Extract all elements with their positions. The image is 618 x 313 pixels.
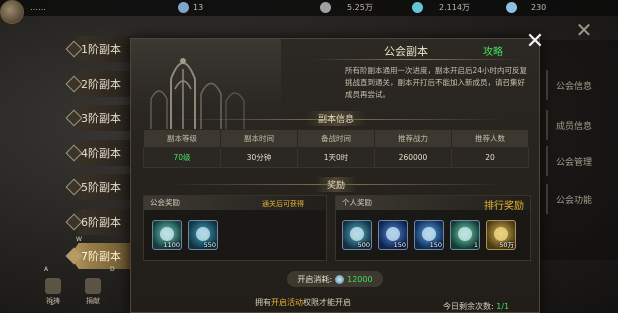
close-icon[interactable]: ✕: [524, 31, 546, 53]
card-icon: [160, 227, 174, 241]
tier-label: 4阶副本: [81, 147, 121, 160]
resource-2: 5.25万: [320, 2, 373, 13]
reward-item-bubble[interactable]: 150: [378, 220, 408, 250]
menu-item-label: 公会信息: [556, 81, 593, 92]
strategy-link[interactable]: 攻略: [483, 43, 503, 58]
resource-3-icon: [412, 2, 423, 13]
header-level: 副本等级: [143, 129, 221, 148]
permission-highlight: 开启活动: [271, 298, 303, 307]
personal-reward-box: 个人奖励 排行奖励 500 150 150 1 50万: [335, 195, 531, 261]
guild-dungeon-panel: 公会副本 攻略 ✕ 所有阶副本通用一次进度，副本开启后24小时内可反复挑战直到通…: [130, 31, 544, 313]
item-quantity: 150: [393, 241, 406, 249]
reward-section-header: 奖励: [131, 177, 541, 192]
open-cost: 开启消耗: 12000: [287, 271, 383, 287]
value-prep-time: 1天0时: [297, 147, 375, 168]
table-header-row: 副本等级 副本时间 备战时间 推荐战力 推荐人数: [143, 129, 529, 148]
header-recommended-players: 推荐人数: [451, 129, 529, 148]
tier-label: 1阶副本: [81, 43, 121, 56]
menu-item-guild-info[interactable]: 公会信息: [546, 70, 618, 100]
permission-text-after: 权限才能开启: [303, 298, 351, 307]
remaining-attempts: 今日剩余次数: 1/1: [443, 301, 509, 312]
crystal-icon: [458, 227, 472, 241]
permission-text-before: 拥有: [255, 298, 271, 307]
item-quantity: 150: [429, 241, 442, 249]
menu-item-guild-manage[interactable]: 公会管理: [546, 146, 618, 176]
donate-button[interactable]: 捐献: [80, 278, 106, 308]
info-section-title: 副本信息: [305, 111, 366, 126]
resource-4: 230: [506, 2, 546, 13]
resource-1: 13: [178, 2, 203, 13]
resource-1-value: 13: [193, 3, 204, 12]
pray-button[interactable]: 祈祷: [40, 278, 66, 308]
table-row: 70级 30分钟 1天0时 260000 20: [143, 147, 529, 168]
cost-label: 开启消耗:: [297, 274, 333, 284]
reward-item-orb[interactable]: 550: [188, 220, 218, 250]
player-name: ……: [30, 3, 46, 12]
reward-item-coin[interactable]: 50万: [486, 220, 516, 250]
info-section-header: 副本信息: [131, 111, 541, 126]
item-quantity: 50万: [499, 241, 514, 249]
value-duration: 30分钟: [220, 147, 298, 168]
menu-item-label: 成员信息: [556, 121, 593, 132]
donate-icon: [85, 278, 101, 294]
menu-item-member-info[interactable]: 成员信息: [546, 110, 618, 140]
rune-icon: [422, 227, 436, 241]
player-avatar[interactable]: [0, 0, 24, 24]
orb-icon: [196, 227, 210, 241]
reward-section-title: 奖励: [314, 177, 357, 192]
item-quantity: 1100: [163, 241, 180, 249]
bottom-actions: 祈祷 捐献: [40, 278, 106, 308]
resource-4-value: 230: [531, 3, 547, 12]
reward-item-crystal[interactable]: 1: [450, 220, 480, 250]
tier-label: 5阶副本: [81, 181, 121, 194]
permission-note: 拥有开启活动权限才能开启: [255, 297, 351, 308]
bubble-icon: [386, 227, 400, 241]
resource-3: 2.114万: [412, 2, 470, 13]
pray-label: 祈祷: [46, 297, 60, 305]
value-level: 70级: [143, 147, 221, 168]
header-prep-time: 备战时间: [297, 129, 375, 148]
guild-reward-note: 通关后可获得: [262, 200, 304, 208]
resource-2-value: 5.25万: [347, 3, 373, 12]
reward-item-gem[interactable]: 500: [342, 220, 372, 250]
menu-item-label: 公会管理: [556, 157, 593, 168]
gem-icon: [350, 227, 364, 241]
key-hint-a: A: [44, 266, 49, 273]
cost-value: 12000: [347, 274, 373, 284]
gem-icon: [335, 274, 345, 284]
item-quantity: 550: [203, 241, 216, 249]
resource-1-icon: [178, 2, 189, 13]
header-recommended-power: 推荐战力: [374, 129, 452, 148]
value-recommended-power: 260000: [374, 147, 452, 168]
reward-item-card[interactable]: 1100: [152, 220, 182, 250]
dungeon-description: 所有阶副本通用一次进度，副本开启后24小时内可反复挑战直到通关，副本开打后不能加…: [345, 66, 528, 99]
resource-4-icon: [506, 2, 517, 13]
key-hint-w: W: [76, 236, 82, 243]
resource-3-value: 2.114万: [439, 3, 470, 12]
remaining-value: 1/1: [496, 302, 510, 311]
top-resource-bar: …… 13 5.25万 2.114万 230: [0, 0, 618, 16]
item-quantity: 1: [473, 241, 478, 249]
tier-label: 2阶副本: [81, 78, 121, 91]
dungeon-info-table: 副本等级 副本时间 备战时间 推荐战力 推荐人数 70级 30分钟 1天0时 2…: [143, 129, 529, 168]
tier-label: 6阶副本: [81, 216, 121, 229]
header-duration: 副本时间: [220, 129, 298, 148]
key-hint-d: D: [110, 266, 115, 273]
donate-label: 捐献: [86, 297, 100, 305]
tier-label: 3阶副本: [81, 112, 121, 125]
background-close-icon[interactable]: ✕: [574, 20, 594, 40]
pray-icon: [45, 278, 61, 294]
tier-label: 7阶副本: [81, 250, 121, 263]
menu-item-guild-function[interactable]: 公会功能: [546, 184, 618, 214]
resource-2-icon: [320, 2, 331, 13]
guild-reward-box: 公会奖励 通关后可获得 1100 550: [143, 195, 327, 261]
menu-item-label: 公会功能: [556, 195, 593, 206]
remaining-label: 今日剩余次数:: [443, 302, 494, 311]
item-quantity: 500: [357, 241, 370, 249]
value-recommended-players: 20: [451, 147, 529, 168]
reward-item-rune[interactable]: 150: [414, 220, 444, 250]
rank-reward-link[interactable]: 排行奖励: [484, 197, 524, 212]
title-divider: [311, 59, 521, 60]
